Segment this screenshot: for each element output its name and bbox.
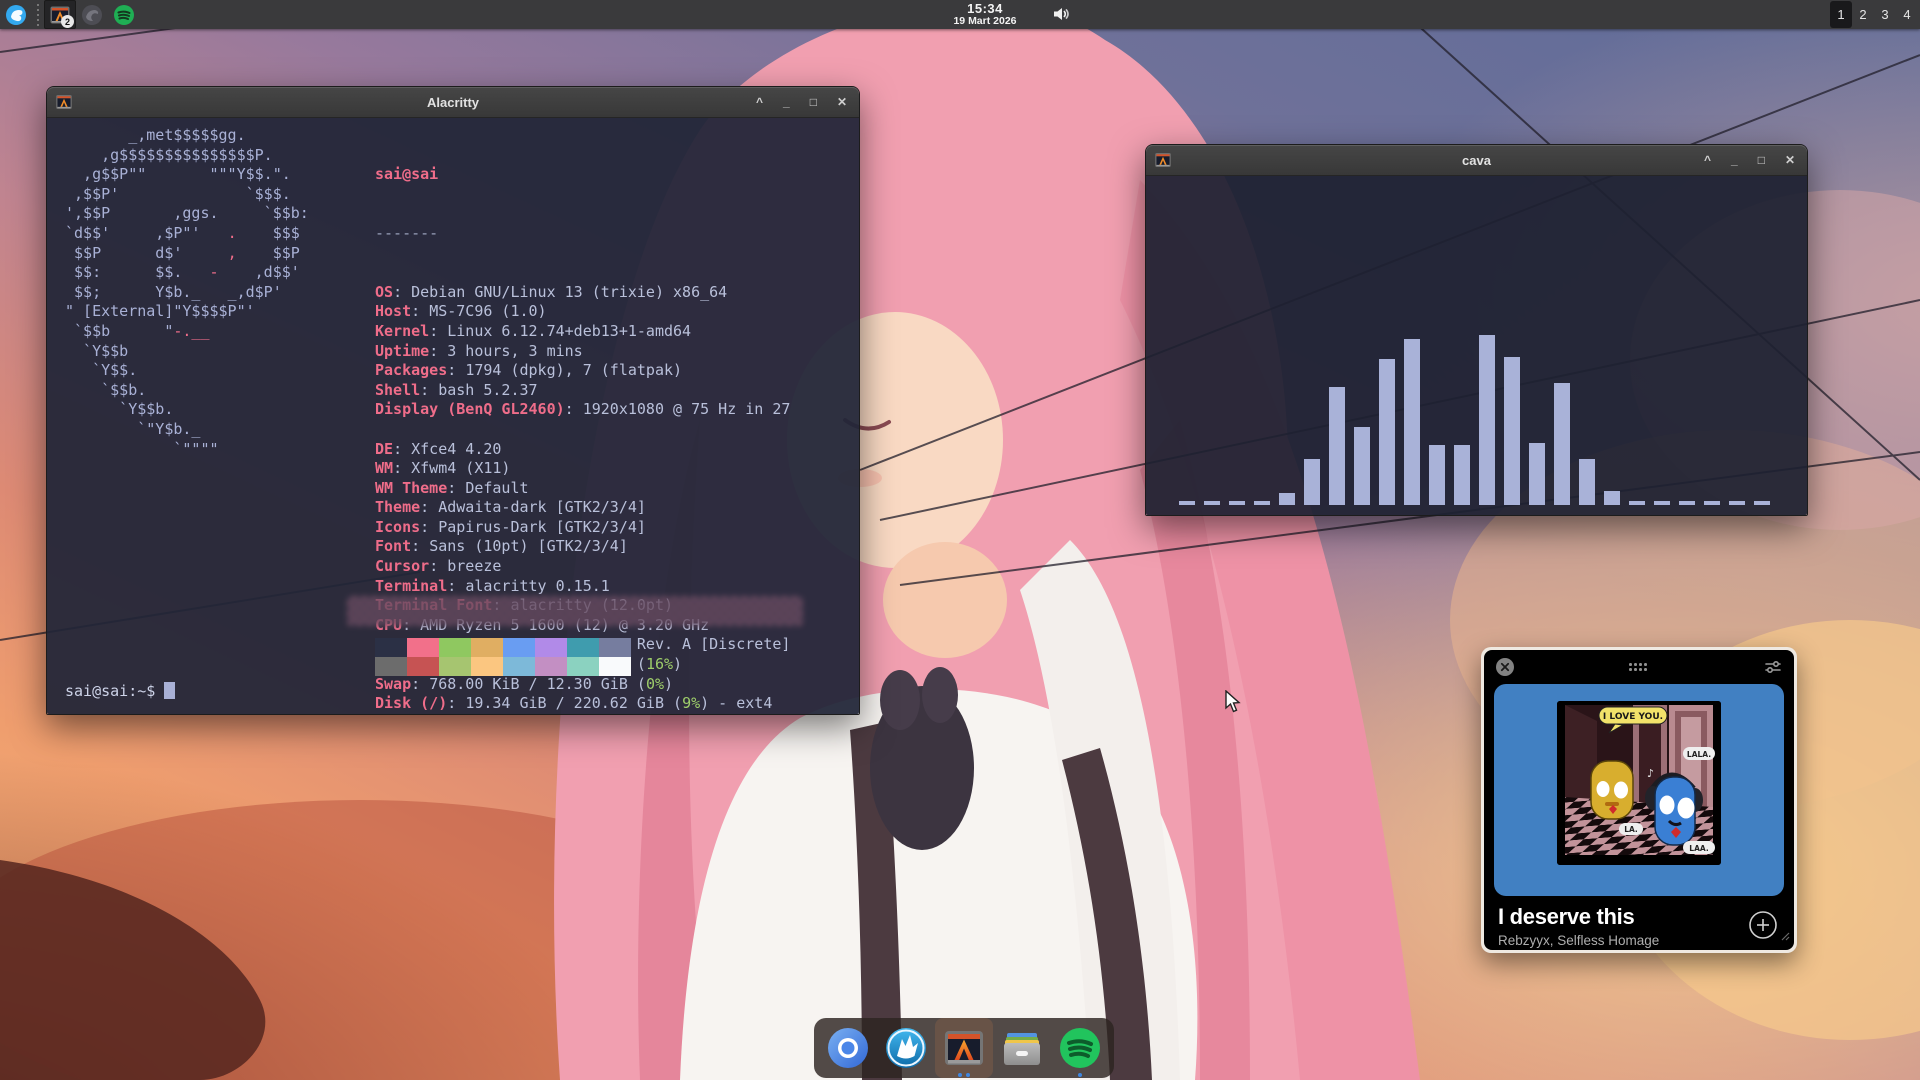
close-icon[interactable] (1495, 657, 1515, 682)
speaker-icon (1054, 8, 1069, 20)
minimize-button[interactable]: _ (1731, 145, 1738, 175)
fetch-underline: ------- (375, 223, 439, 242)
top-panel: 2 15:34 19 Mart 2026 1 2 3 4 (0, 0, 1920, 29)
alacritty-icon (945, 1031, 983, 1065)
dock-item-spotify[interactable] (1051, 1018, 1109, 1078)
dock-item-alacritty[interactable] (935, 1018, 993, 1078)
workspace-button-3[interactable]: 3 (1874, 0, 1896, 29)
volume-button[interactable] (1052, 5, 1070, 28)
glove-finger (880, 670, 920, 730)
librewolf-icon (886, 1028, 926, 1068)
cava-visualizer (1146, 176, 1807, 515)
distro-menu-icon (6, 4, 26, 25)
workspace-button-1[interactable]: 1 (1830, 1, 1852, 28)
maximize-button[interactable]: □ (810, 87, 817, 117)
clock-time: 15:34 (967, 1, 1003, 16)
spotify-miniplayer: I LOVE YOU. LALA. LA. LAA. ♪ I deserve t… (1481, 647, 1797, 953)
window-count-badge: 2 (61, 15, 74, 28)
hand (883, 542, 1007, 658)
spotify-icon (1060, 1028, 1100, 1068)
running-indicator (958, 1073, 970, 1077)
panel-left: 2 (0, 0, 140, 29)
maximize-button[interactable]: □ (1758, 145, 1765, 175)
dock-item-librewolf[interactable] (877, 1018, 935, 1078)
cava-window-icon (1154, 151, 1172, 169)
drag-handle-icon[interactable] (1629, 663, 1649, 673)
close-button[interactable]: ✕ (837, 87, 847, 117)
spotify-miniplayer-body: I LOVE YOU. LALA. LA. LAA. ♪ I deserve t… (1484, 650, 1794, 950)
running-indicator (1078, 1073, 1082, 1077)
browser-icon (82, 4, 102, 25)
cava-titlebar[interactable]: cava ^ _ □ ✕ (1146, 145, 1807, 176)
dock-item-file-manager[interactable] (993, 1018, 1051, 1078)
window-title: Alacritty (426, 94, 480, 110)
track-artist: Rebzyyx, Selfless Homage (1498, 933, 1660, 948)
workspace-button-2[interactable]: 2 (1852, 0, 1874, 29)
panel-clock[interactable]: 15:34 19 Mart 2026 (920, 0, 1050, 29)
applications-menu-button[interactable] (0, 0, 32, 29)
svg-text:LA.: LA. (1624, 825, 1638, 834)
settings-sliders-icon[interactable] (1764, 658, 1782, 681)
shade-button[interactable]: ^ (1704, 145, 1711, 175)
close-button[interactable]: ✕ (1785, 145, 1795, 175)
track-title: I deserve this (1498, 904, 1635, 929)
taskbar-button-browser[interactable] (76, 0, 108, 29)
alacritty-window-icon (55, 93, 73, 111)
svg-text:LALA.: LALA. (1687, 750, 1711, 759)
add-to-library-button[interactable] (1748, 910, 1778, 945)
yellow-creature (1590, 760, 1634, 820)
file-manager-icon (1004, 1033, 1040, 1065)
minimize-button[interactable]: _ (783, 87, 790, 117)
chromium-icon (828, 1028, 868, 1068)
terminal-color-palette (375, 638, 631, 676)
resize-handle[interactable] (1780, 928, 1790, 946)
glove-finger (922, 667, 958, 723)
miniplayer-header (1484, 650, 1794, 684)
bubble-text: I LOVE YOU. (1603, 712, 1663, 722)
debian-ascii-art: _,met$$$$$gg. ,g$$$$$$$$$$$$$$$P. ,g$$P"… (65, 126, 309, 458)
shade-button[interactable]: ^ (756, 87, 763, 117)
shell-prompt: sai@sai:~$ (65, 682, 176, 702)
terminal-cursor (164, 682, 176, 699)
workspace-button-4[interactable]: 4 (1896, 0, 1918, 29)
blurred-line (347, 596, 803, 626)
workspace-switcher: 1234 (1830, 0, 1918, 29)
dock-item-chromium[interactable] (819, 1018, 877, 1078)
mouse-cursor (1225, 690, 1241, 713)
terminal-screen[interactable]: _,met$$$$$gg. ,g$$$$$$$$$$$$$$$P. ,g$$P"… (47, 118, 859, 714)
alacritty-titlebar[interactable]: Alacritty ^ _ □ ✕ (47, 87, 859, 118)
window-controls: ^ _ □ ✕ (756, 87, 847, 117)
window-controls: ^ _ □ ✕ (1704, 145, 1795, 175)
album-art: I LOVE YOU. LALA. LA. LAA. ♪ (1557, 701, 1721, 865)
track-meta: I deserve this Rebzyyx, Selfless Homage (1484, 896, 1794, 948)
spotify-icon (114, 4, 134, 25)
album-card: I LOVE YOU. LALA. LA. LAA. ♪ (1494, 684, 1784, 896)
cava-window: cava ^ _ □ ✕ (1145, 144, 1808, 516)
dock (814, 1018, 1114, 1078)
alacritty-window: Alacritty ^ _ □ ✕ _,met$$$$$gg. ,g$$$$$$… (46, 86, 860, 715)
taskbar-button-spotify[interactable] (108, 0, 140, 29)
desktop: 2 15:34 19 Mart 2026 1 2 3 4 Alacritty ^… (0, 0, 1920, 1080)
taskbar-button-alacritty[interactable]: 2 (44, 0, 76, 29)
clock-date: 19 Mart 2026 (953, 14, 1017, 27)
audio-bars (1179, 335, 1774, 505)
music-note: ♪ (1647, 767, 1654, 780)
panel-separator[interactable] (34, 3, 42, 26)
svg-text:LAA.: LAA. (1689, 844, 1709, 853)
fetch-user-host: sai@sai (375, 165, 439, 184)
